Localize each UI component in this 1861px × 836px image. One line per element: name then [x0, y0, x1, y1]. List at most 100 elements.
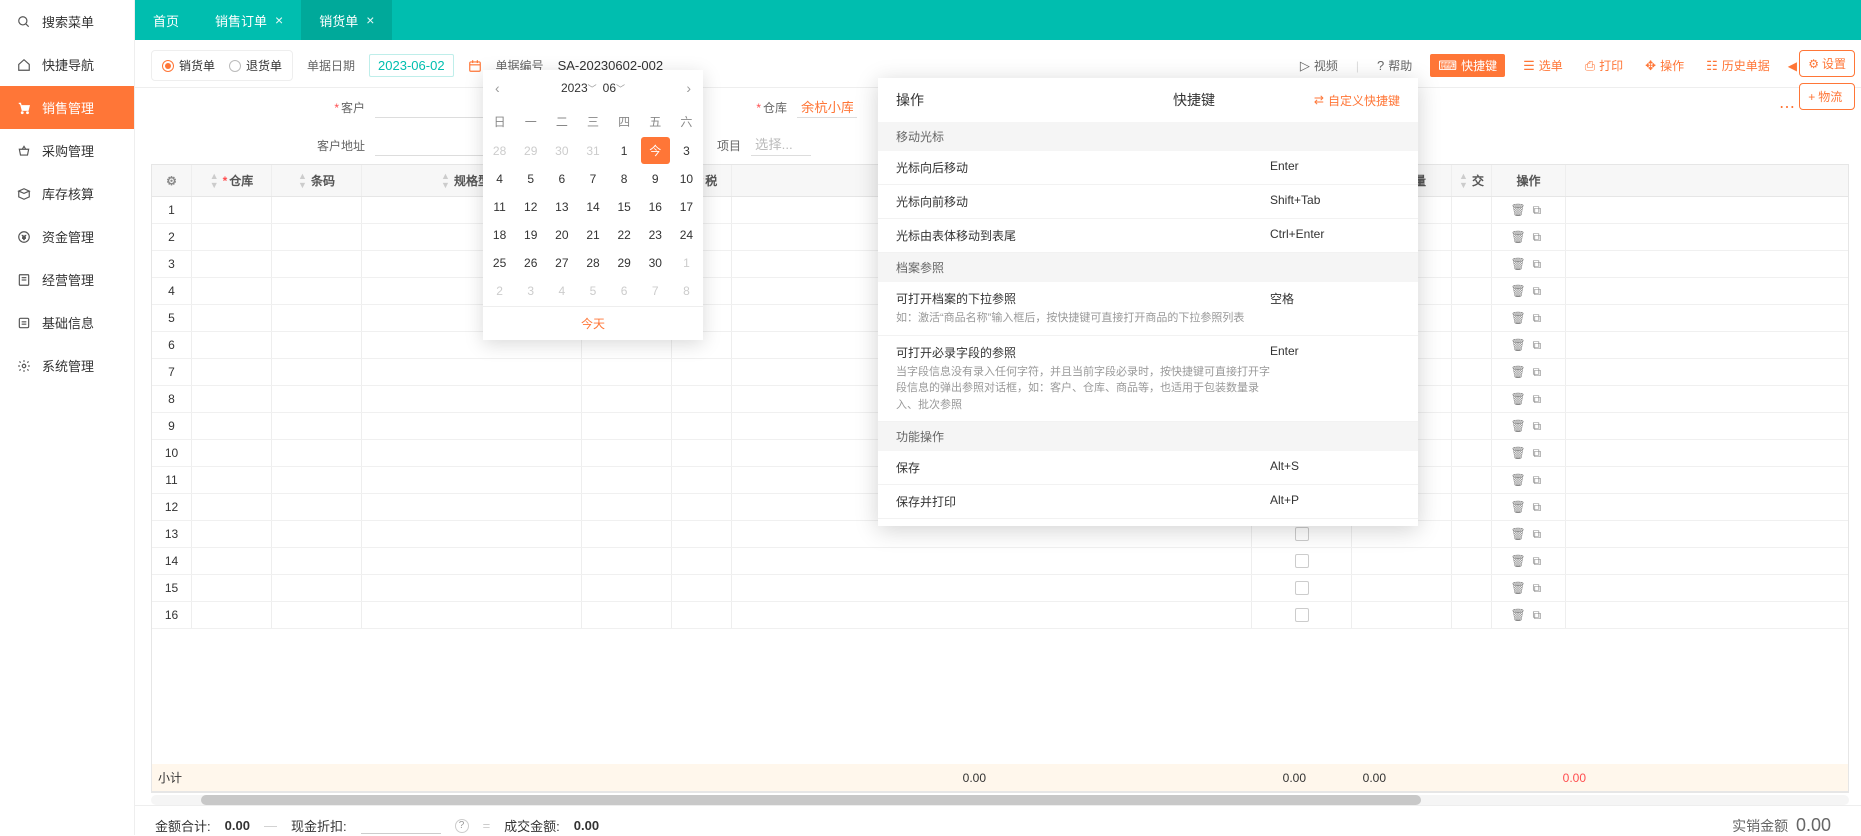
copy-icon[interactable]: ⧉ — [1533, 203, 1547, 217]
grid-cell[interactable] — [1452, 440, 1492, 466]
copy-icon[interactable]: ⧉ — [1533, 554, 1547, 568]
grid-cell[interactable] — [192, 386, 272, 412]
cal-day[interactable]: 3 — [672, 137, 701, 164]
grid-cell[interactable] — [1452, 332, 1492, 358]
grid-cell[interactable] — [1452, 278, 1492, 304]
grid-cell[interactable] — [672, 575, 732, 601]
grid-cell[interactable] — [362, 521, 582, 547]
grid-cell[interactable] — [192, 359, 272, 385]
grid-cell[interactable] — [192, 521, 272, 547]
cal-day[interactable]: 10 — [672, 166, 701, 192]
delete-icon[interactable]: 🗑 — [1511, 365, 1525, 379]
cal-day[interactable]: 2 — [485, 278, 514, 304]
copy-icon[interactable]: ⧉ — [1533, 257, 1547, 271]
copy-icon[interactable]: ⧉ — [1533, 365, 1547, 379]
grid-cell[interactable]: 🗑⧉ — [1492, 332, 1566, 358]
grid-cell[interactable] — [272, 278, 362, 304]
cal-day[interactable]: 1 — [672, 250, 701, 276]
sidebar-item-inventory[interactable]: 库存核算 — [0, 172, 134, 215]
sidebar-item-sales[interactable]: 销售管理 — [0, 86, 134, 129]
cal-day[interactable]: 4 — [547, 278, 576, 304]
grid-header-cell[interactable]: ▲▼交 — [1452, 165, 1492, 196]
grid-cell[interactable] — [362, 548, 582, 574]
grid-cell[interactable] — [362, 494, 582, 520]
delete-icon[interactable]: 🗑 — [1511, 419, 1525, 433]
delete-icon[interactable]: 🗑 — [1511, 608, 1525, 622]
grid-cell[interactable] — [582, 413, 672, 439]
cal-day[interactable]: 1 — [610, 137, 639, 164]
sidebar-item-quicknav[interactable]: 快捷导航 — [0, 43, 134, 86]
cal-day[interactable]: 13 — [547, 194, 576, 220]
copy-icon[interactable]: ⧉ — [1533, 419, 1547, 433]
video-button[interactable]: ▷视频 — [1296, 55, 1342, 76]
cal-day[interactable]: 9 — [641, 166, 670, 192]
grid-cell[interactable] — [672, 548, 732, 574]
custom-shortcut-button[interactable]: ⇄自定义快捷键 — [1314, 92, 1400, 109]
cal-day[interactable]: 29 — [516, 137, 545, 164]
cal-day[interactable]: 8 — [672, 278, 701, 304]
delete-icon[interactable]: 🗑 — [1511, 581, 1525, 595]
cal-day[interactable]: 19 — [516, 222, 545, 248]
copy-icon[interactable]: ⧉ — [1533, 392, 1547, 406]
close-icon[interactable]: × — [275, 12, 283, 28]
cal-day[interactable]: 26 — [516, 250, 545, 276]
grid-cell[interactable] — [272, 602, 362, 628]
delete-icon[interactable]: 🗑 — [1511, 230, 1525, 244]
grid-cell[interactable] — [192, 224, 272, 250]
grid-header-cell[interactable]: ▲▼*仓库 — [192, 165, 272, 196]
copy-icon[interactable]: ⧉ — [1533, 338, 1547, 352]
grid-cell[interactable] — [1452, 251, 1492, 277]
cal-day[interactable]: 28 — [485, 137, 514, 164]
cal-day[interactable]: 11 — [485, 194, 514, 220]
grid-cell[interactable] — [272, 359, 362, 385]
gift-checkbox[interactable] — [1295, 527, 1309, 541]
delete-icon[interactable]: 🗑 — [1511, 284, 1525, 298]
close-icon[interactable]: × — [366, 12, 374, 28]
sidebar-item-baseinfo[interactable]: 基础信息 — [0, 301, 134, 344]
cal-day[interactable]: 16 — [641, 194, 670, 220]
chevron-left-icon[interactable]: ◀ — [1788, 59, 1797, 73]
cal-day[interactable]: 18 — [485, 222, 514, 248]
grid-cell[interactable] — [192, 602, 272, 628]
cal-day[interactable]: 12 — [516, 194, 545, 220]
logistics-button[interactable]: +物流 — [1799, 83, 1855, 110]
grid-cell[interactable] — [1452, 548, 1492, 574]
grid-cell[interactable] — [1352, 575, 1452, 601]
grid-cell[interactable] — [1452, 224, 1492, 250]
grid-cell[interactable] — [672, 521, 732, 547]
grid-cell[interactable] — [672, 413, 732, 439]
grid-cell[interactable] — [1452, 575, 1492, 601]
sidebar-item-system[interactable]: 系统管理 — [0, 344, 134, 387]
grid-cell[interactable] — [1452, 521, 1492, 547]
grid-cell[interactable] — [582, 548, 672, 574]
grid-cell[interactable]: 🗑⧉ — [1492, 521, 1566, 547]
cal-day[interactable]: 3 — [516, 278, 545, 304]
grid-cell[interactable] — [272, 251, 362, 277]
delete-icon[interactable]: 🗑 — [1511, 473, 1525, 487]
grid-cell[interactable] — [362, 440, 582, 466]
grid-cell[interactable] — [1452, 386, 1492, 412]
settings-button[interactable]: ⚙设置 — [1799, 50, 1855, 77]
grid-cell[interactable]: 🗑⧉ — [1492, 305, 1566, 331]
gift-checkbox[interactable] — [1295, 581, 1309, 595]
grid-cell[interactable] — [1352, 602, 1452, 628]
warehouse-input[interactable] — [797, 96, 857, 118]
grid-cell[interactable] — [272, 467, 362, 493]
grid-cell[interactable] — [1452, 467, 1492, 493]
grid-cell[interactable]: 🗑⧉ — [1492, 278, 1566, 304]
grid-cell[interactable] — [272, 224, 362, 250]
grid-cell[interactable] — [1352, 548, 1452, 574]
project-input[interactable] — [751, 134, 811, 156]
gear-icon[interactable]: ⚙ — [166, 174, 177, 188]
grid-cell[interactable] — [272, 548, 362, 574]
grid-cell[interactable]: 🗑⧉ — [1492, 251, 1566, 277]
grid-cell[interactable]: 🗑⧉ — [1492, 467, 1566, 493]
grid-cell[interactable]: 🗑⧉ — [1492, 440, 1566, 466]
grid-cell[interactable]: 🗑⧉ — [1492, 413, 1566, 439]
grid-cell[interactable] — [672, 467, 732, 493]
grid-cell[interactable] — [362, 359, 582, 385]
cal-next-icon[interactable]: › — [686, 80, 691, 96]
copy-icon[interactable]: ⧉ — [1533, 581, 1547, 595]
grid-cell[interactable] — [272, 521, 362, 547]
grid-cell[interactable] — [192, 278, 272, 304]
